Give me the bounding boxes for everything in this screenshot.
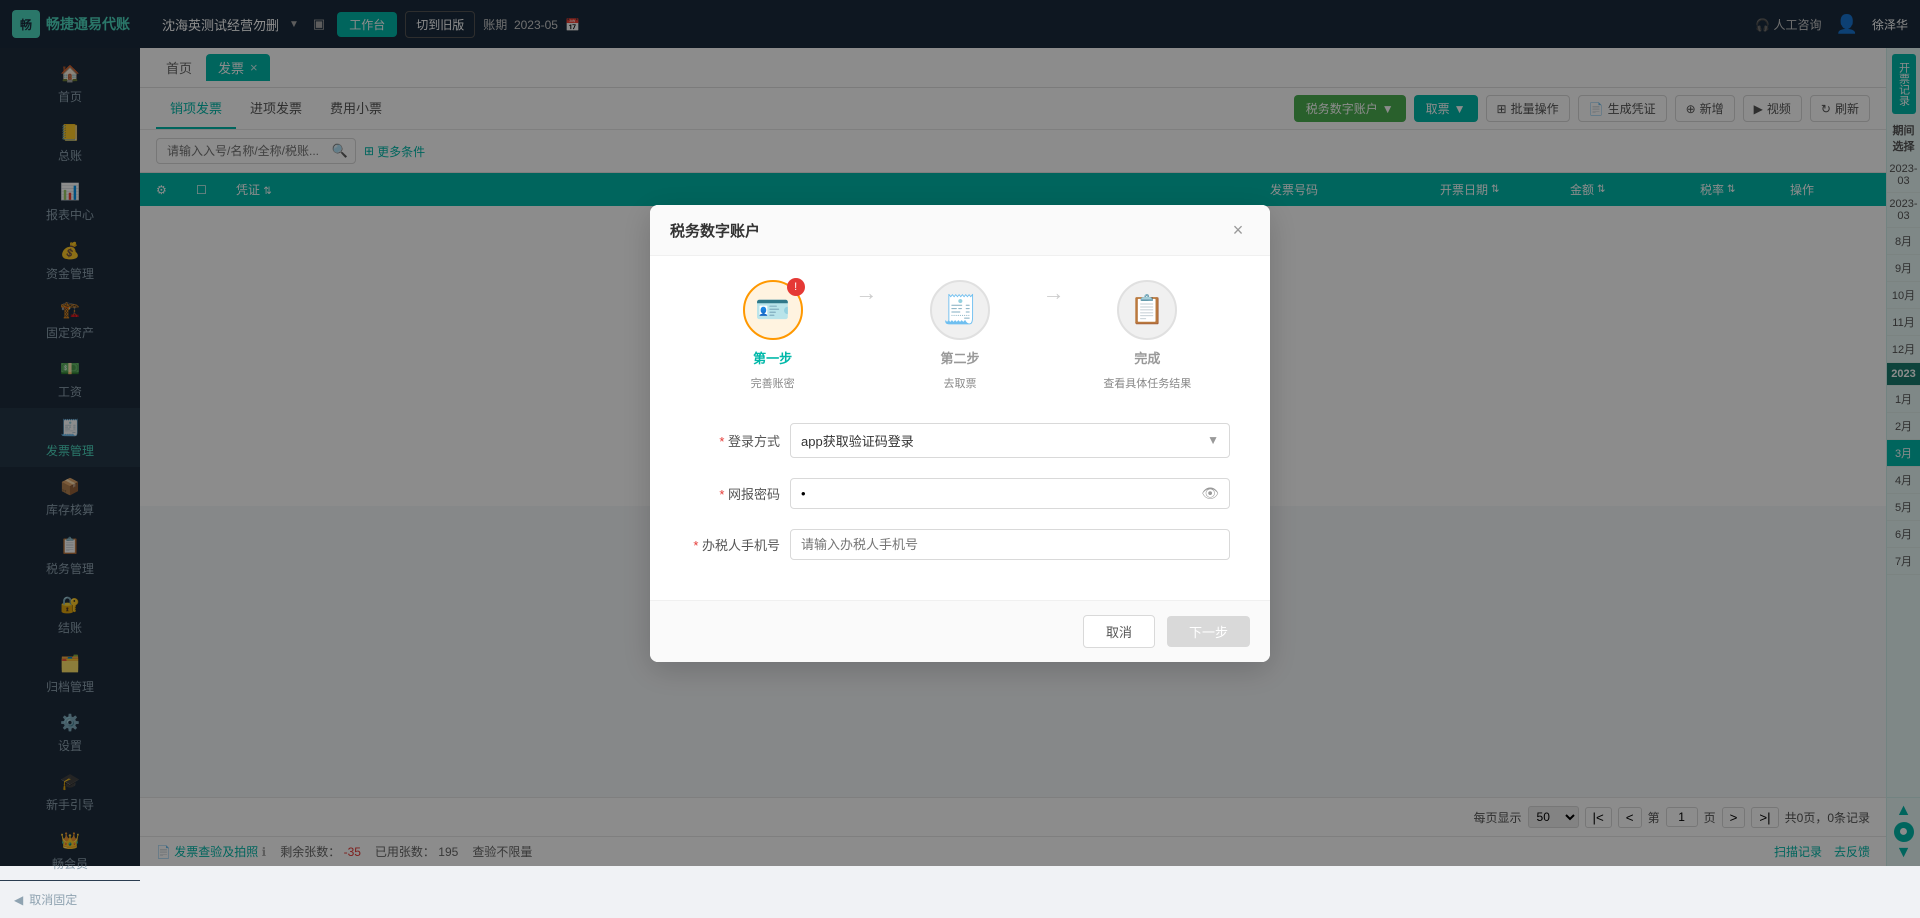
- step-1-icon-wrap: 🪪 !: [743, 280, 803, 340]
- form-row-password: * 网报密码 👁: [690, 478, 1230, 509]
- sidebar-bottom: ◀ 取消固定: [0, 880, 140, 918]
- step-arrow-1: →: [855, 280, 877, 336]
- step-3-icon-wrap: 📋: [1117, 280, 1177, 340]
- required-mark: *: [719, 434, 728, 449]
- modal-body: 🪪 ! 第一步 完善账密 → 🧾 第二步 去取票: [650, 256, 1270, 600]
- eye-icon[interactable]: 👁: [1201, 485, 1229, 502]
- tax-digital-modal: 税务数字账户 × 🪪 ! 第一步 完善账密: [650, 205, 1270, 662]
- modal-title: 税务数字账户: [670, 220, 760, 241]
- cancel-button[interactable]: 取消: [1083, 615, 1155, 648]
- step-3-desc: 查看具体任务结果: [1103, 375, 1191, 391]
- step-1: 🪪 ! 第一步 完善账密: [690, 280, 855, 391]
- password-input-wrap: 👁: [790, 478, 1230, 509]
- form-row-phone: * 办税人手机号: [690, 529, 1230, 560]
- required-mark: *: [693, 538, 702, 553]
- step-3-icon: 📋: [1130, 293, 1165, 326]
- modal-footer: 取消 下一步: [650, 600, 1270, 662]
- form-row-login-method: * 登录方式 app获取验证码登录 ▼: [690, 423, 1230, 458]
- login-method-select[interactable]: app获取验证码登录 ▼: [790, 423, 1230, 458]
- steps: 🪪 ! 第一步 完善账密 → 🧾 第二步 去取票: [690, 280, 1230, 391]
- modal-overlay[interactable]: 税务数字账户 × 🪪 ! 第一步 完善账密: [0, 0, 1920, 866]
- step-2: 🧾 第二步 去取票: [877, 280, 1042, 391]
- step-arrow-2: →: [1043, 280, 1065, 336]
- step-3: 📋 完成 查看具体任务结果: [1065, 280, 1230, 391]
- collapse-label: 取消固定: [29, 891, 77, 908]
- login-method-label: * 登录方式: [690, 431, 780, 450]
- close-icon: ×: [1233, 220, 1244, 241]
- step-1-desc: 完善账密: [751, 375, 795, 391]
- phone-input-wrap: [790, 529, 1230, 560]
- phone-label: * 办税人手机号: [690, 535, 780, 554]
- modal-header: 税务数字账户 ×: [650, 205, 1270, 256]
- next-button[interactable]: 下一步: [1167, 616, 1250, 647]
- step-1-badge: !: [787, 278, 805, 296]
- step-2-desc: 去取票: [943, 375, 976, 391]
- step-1-icon: 🪪: [755, 293, 790, 326]
- phone-input[interactable]: [791, 530, 1229, 559]
- chevron-down-icon: ▼: [1207, 433, 1229, 447]
- required-mark: *: [719, 487, 728, 502]
- password-input[interactable]: [791, 479, 1201, 508]
- step-2-label: 第二步: [940, 348, 979, 367]
- collapse-icon: ◀: [14, 893, 23, 907]
- step-1-label: 第一步: [753, 348, 792, 367]
- modal-close-button[interactable]: ×: [1226, 219, 1250, 243]
- step-3-label: 完成: [1134, 348, 1160, 367]
- login-method-value: app获取验证码登录: [791, 424, 1207, 457]
- step-2-icon-wrap: 🧾: [930, 280, 990, 340]
- step-2-icon: 🧾: [943, 293, 978, 326]
- sidebar-collapse[interactable]: ◀ 取消固定: [0, 881, 140, 918]
- password-label: * 网报密码: [690, 484, 780, 503]
